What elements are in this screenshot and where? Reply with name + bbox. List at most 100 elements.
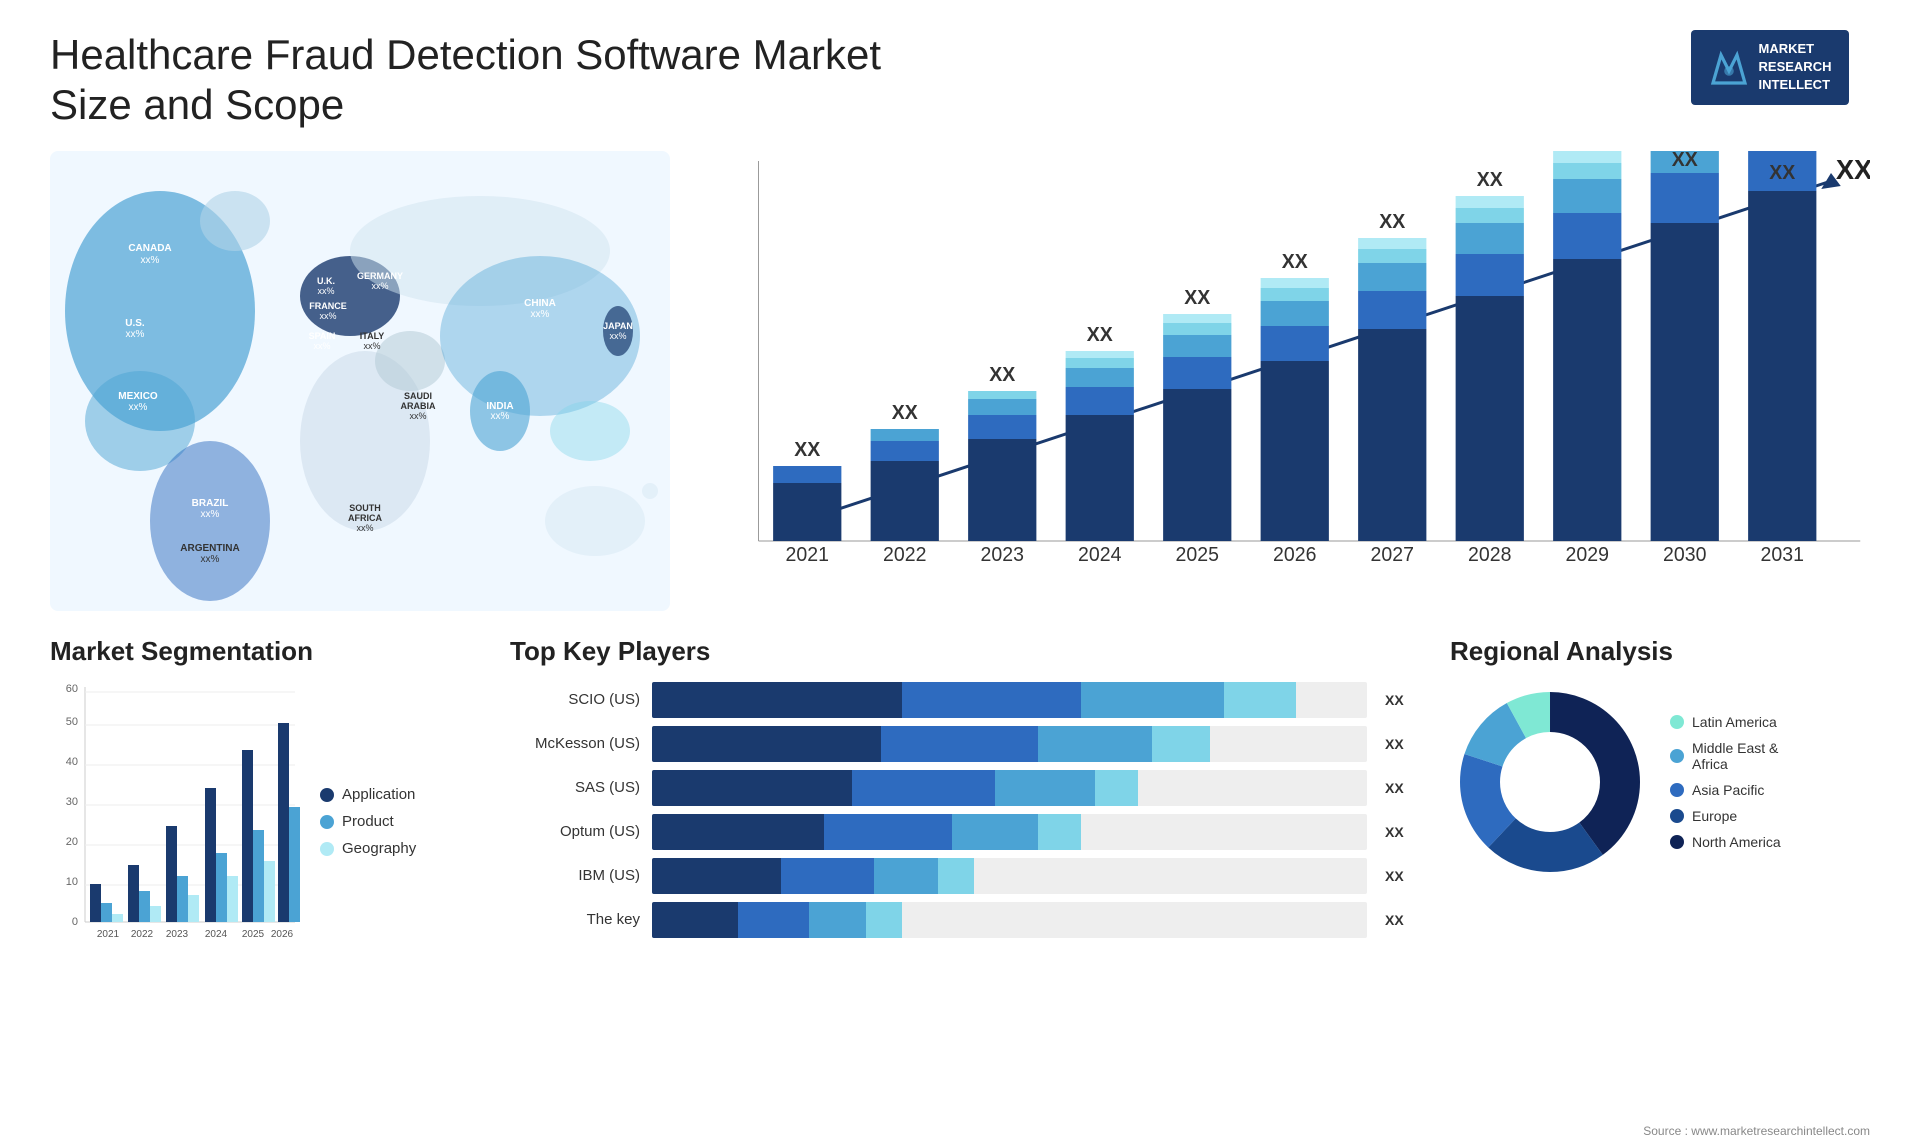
logo-icon <box>1709 47 1749 87</box>
europe-label: Europe <box>1692 808 1737 824</box>
svg-text:XX: XX <box>989 364 1015 386</box>
logo-area: MARKET RESEARCH INTELLECT <box>1670 30 1870 105</box>
svg-text:20: 20 <box>66 836 78 848</box>
bar-seg3 <box>952 814 1038 850</box>
svg-text:xx%: xx% <box>409 411 426 421</box>
bar-seg4 <box>1152 726 1209 762</box>
bar-seg3 <box>809 902 866 938</box>
bar-seg4 <box>1224 682 1296 718</box>
asia-pacific-label: Asia Pacific <box>1692 782 1764 798</box>
europe-dot <box>1670 809 1684 823</box>
bar-seg2 <box>738 902 810 938</box>
legend-mea: Middle East &Africa <box>1670 740 1781 772</box>
players-chart: SCIO (US) XX McKesson (US) <box>510 682 1410 938</box>
bar-chart-section: XX 2021 XX 2022 XX 20 <box>700 151 1870 611</box>
svg-text:30: 30 <box>66 796 78 808</box>
player-bar-bg-thekey <box>652 902 1367 938</box>
regional-section: Regional Analysis <box>1450 636 1870 1016</box>
svg-text:U.S.: U.S. <box>125 318 145 329</box>
segmentation-section: Market Segmentation 0 10 20 30 40 50 60 <box>50 636 470 1016</box>
svg-text:xx%: xx% <box>141 255 160 266</box>
svg-text:2030: 2030 <box>1663 544 1706 566</box>
asia-pacific-dot <box>1670 783 1684 797</box>
bar-seg2 <box>824 814 953 850</box>
svg-text:XX: XX <box>1379 211 1405 233</box>
legend-geography: Geography <box>320 840 450 857</box>
svg-text:2029: 2029 <box>1566 544 1609 566</box>
svg-text:xx%: xx% <box>201 509 220 520</box>
page-title: Healthcare Fraud Detection Software Mark… <box>50 30 950 131</box>
bar-seg1 <box>652 902 738 938</box>
svg-text:SPAIN: SPAIN <box>309 331 336 341</box>
player-name-sas: SAS (US) <box>510 779 640 796</box>
svg-text:XX: XX <box>794 439 820 461</box>
bar-seg3 <box>995 770 1095 806</box>
regional-legend: Latin America Middle East &Africa Asia P… <box>1670 714 1781 850</box>
bar-seg4 <box>938 858 974 894</box>
svg-text:JAPAN: JAPAN <box>603 321 633 331</box>
player-bar-scio <box>652 682 1367 718</box>
segmentation-legend: Application Product Geography <box>320 786 450 857</box>
player-name-thekey: The key <box>510 911 640 928</box>
world-map-svg: CANADA xx% U.S. xx% MEXICO xx% BRAZIL xx… <box>50 151 670 611</box>
svg-text:2024: 2024 <box>205 929 228 940</box>
bar-seg1 <box>652 814 824 850</box>
svg-text:xx%: xx% <box>317 286 334 296</box>
player-xx-ibm: XX <box>1385 868 1410 884</box>
svg-text:50: 50 <box>66 716 78 728</box>
regional-chart-area: Latin America Middle East &Africa Asia P… <box>1450 682 1870 882</box>
player-row-scio: SCIO (US) XX <box>510 682 1410 718</box>
bar-seg1 <box>652 682 902 718</box>
svg-text:CHINA: CHINA <box>524 298 556 309</box>
bottom-row: Market Segmentation 0 10 20 30 40 50 60 <box>50 636 1870 1016</box>
svg-text:SAUDI: SAUDI <box>404 391 432 401</box>
logo-box: MARKET RESEARCH INTELLECT <box>1691 30 1850 105</box>
bar-seg1 <box>652 726 881 762</box>
mea-label: Middle East &Africa <box>1692 740 1778 772</box>
svg-text:2023: 2023 <box>166 929 189 940</box>
svg-text:U.K.: U.K. <box>317 276 335 286</box>
legend-europe: Europe <box>1670 808 1781 824</box>
svg-text:0: 0 <box>72 916 78 928</box>
player-bar-bg-scio <box>652 682 1367 718</box>
player-row-optum: Optum (US) XX <box>510 814 1410 850</box>
segmentation-chart-svg: 0 10 20 30 40 50 60 <box>50 682 300 962</box>
bar-seg1 <box>652 858 781 894</box>
player-xx-optum: XX <box>1385 824 1410 840</box>
svg-text:xx%: xx% <box>201 554 220 565</box>
bar-seg2 <box>852 770 995 806</box>
bar-seg1 <box>652 770 852 806</box>
svg-text:XX: XX <box>1769 162 1795 184</box>
svg-text:MEXICO: MEXICO <box>118 391 158 402</box>
svg-text:CANADA: CANADA <box>128 243 171 254</box>
svg-text:XX: XX <box>892 402 918 424</box>
header: Healthcare Fraud Detection Software Mark… <box>50 30 1870 131</box>
svg-text:XX: XX <box>1184 287 1210 309</box>
svg-text:GERMANY: GERMANY <box>357 271 403 281</box>
svg-text:2021: 2021 <box>786 544 829 566</box>
north-america-label: North America <box>1692 834 1781 850</box>
player-name-ibm: IBM (US) <box>510 867 640 884</box>
player-row-mckesson: McKesson (US) XX <box>510 726 1410 762</box>
svg-text:XX: XX <box>1282 251 1308 273</box>
player-row-thekey: The key XX <box>510 902 1410 938</box>
svg-text:xx%: xx% <box>126 329 145 340</box>
svg-text:XX: XX <box>1087 324 1113 346</box>
bar-seg4 <box>866 902 902 938</box>
svg-text:ITALY: ITALY <box>360 331 385 341</box>
svg-text:2025: 2025 <box>1176 544 1219 566</box>
svg-text:2031: 2031 <box>1761 544 1804 566</box>
svg-text:XX: XX <box>1672 151 1698 171</box>
legend-latin-america: Latin America <box>1670 714 1781 730</box>
bar-seg2 <box>781 858 874 894</box>
key-players-section: Top Key Players SCIO (US) XX <box>490 636 1430 1016</box>
svg-text:xx%: xx% <box>129 402 148 413</box>
logo-text: MARKET RESEARCH INTELLECT <box>1759 40 1832 95</box>
player-bar-bg-sas <box>652 770 1367 806</box>
legend-asia-pacific: Asia Pacific <box>1670 782 1781 798</box>
bar-seg2 <box>881 726 1038 762</box>
application-label: Application <box>342 786 415 803</box>
bar-seg2 <box>902 682 1081 718</box>
svg-text:ARGENTINA: ARGENTINA <box>180 543 239 554</box>
donut-chart-svg <box>1450 682 1650 882</box>
